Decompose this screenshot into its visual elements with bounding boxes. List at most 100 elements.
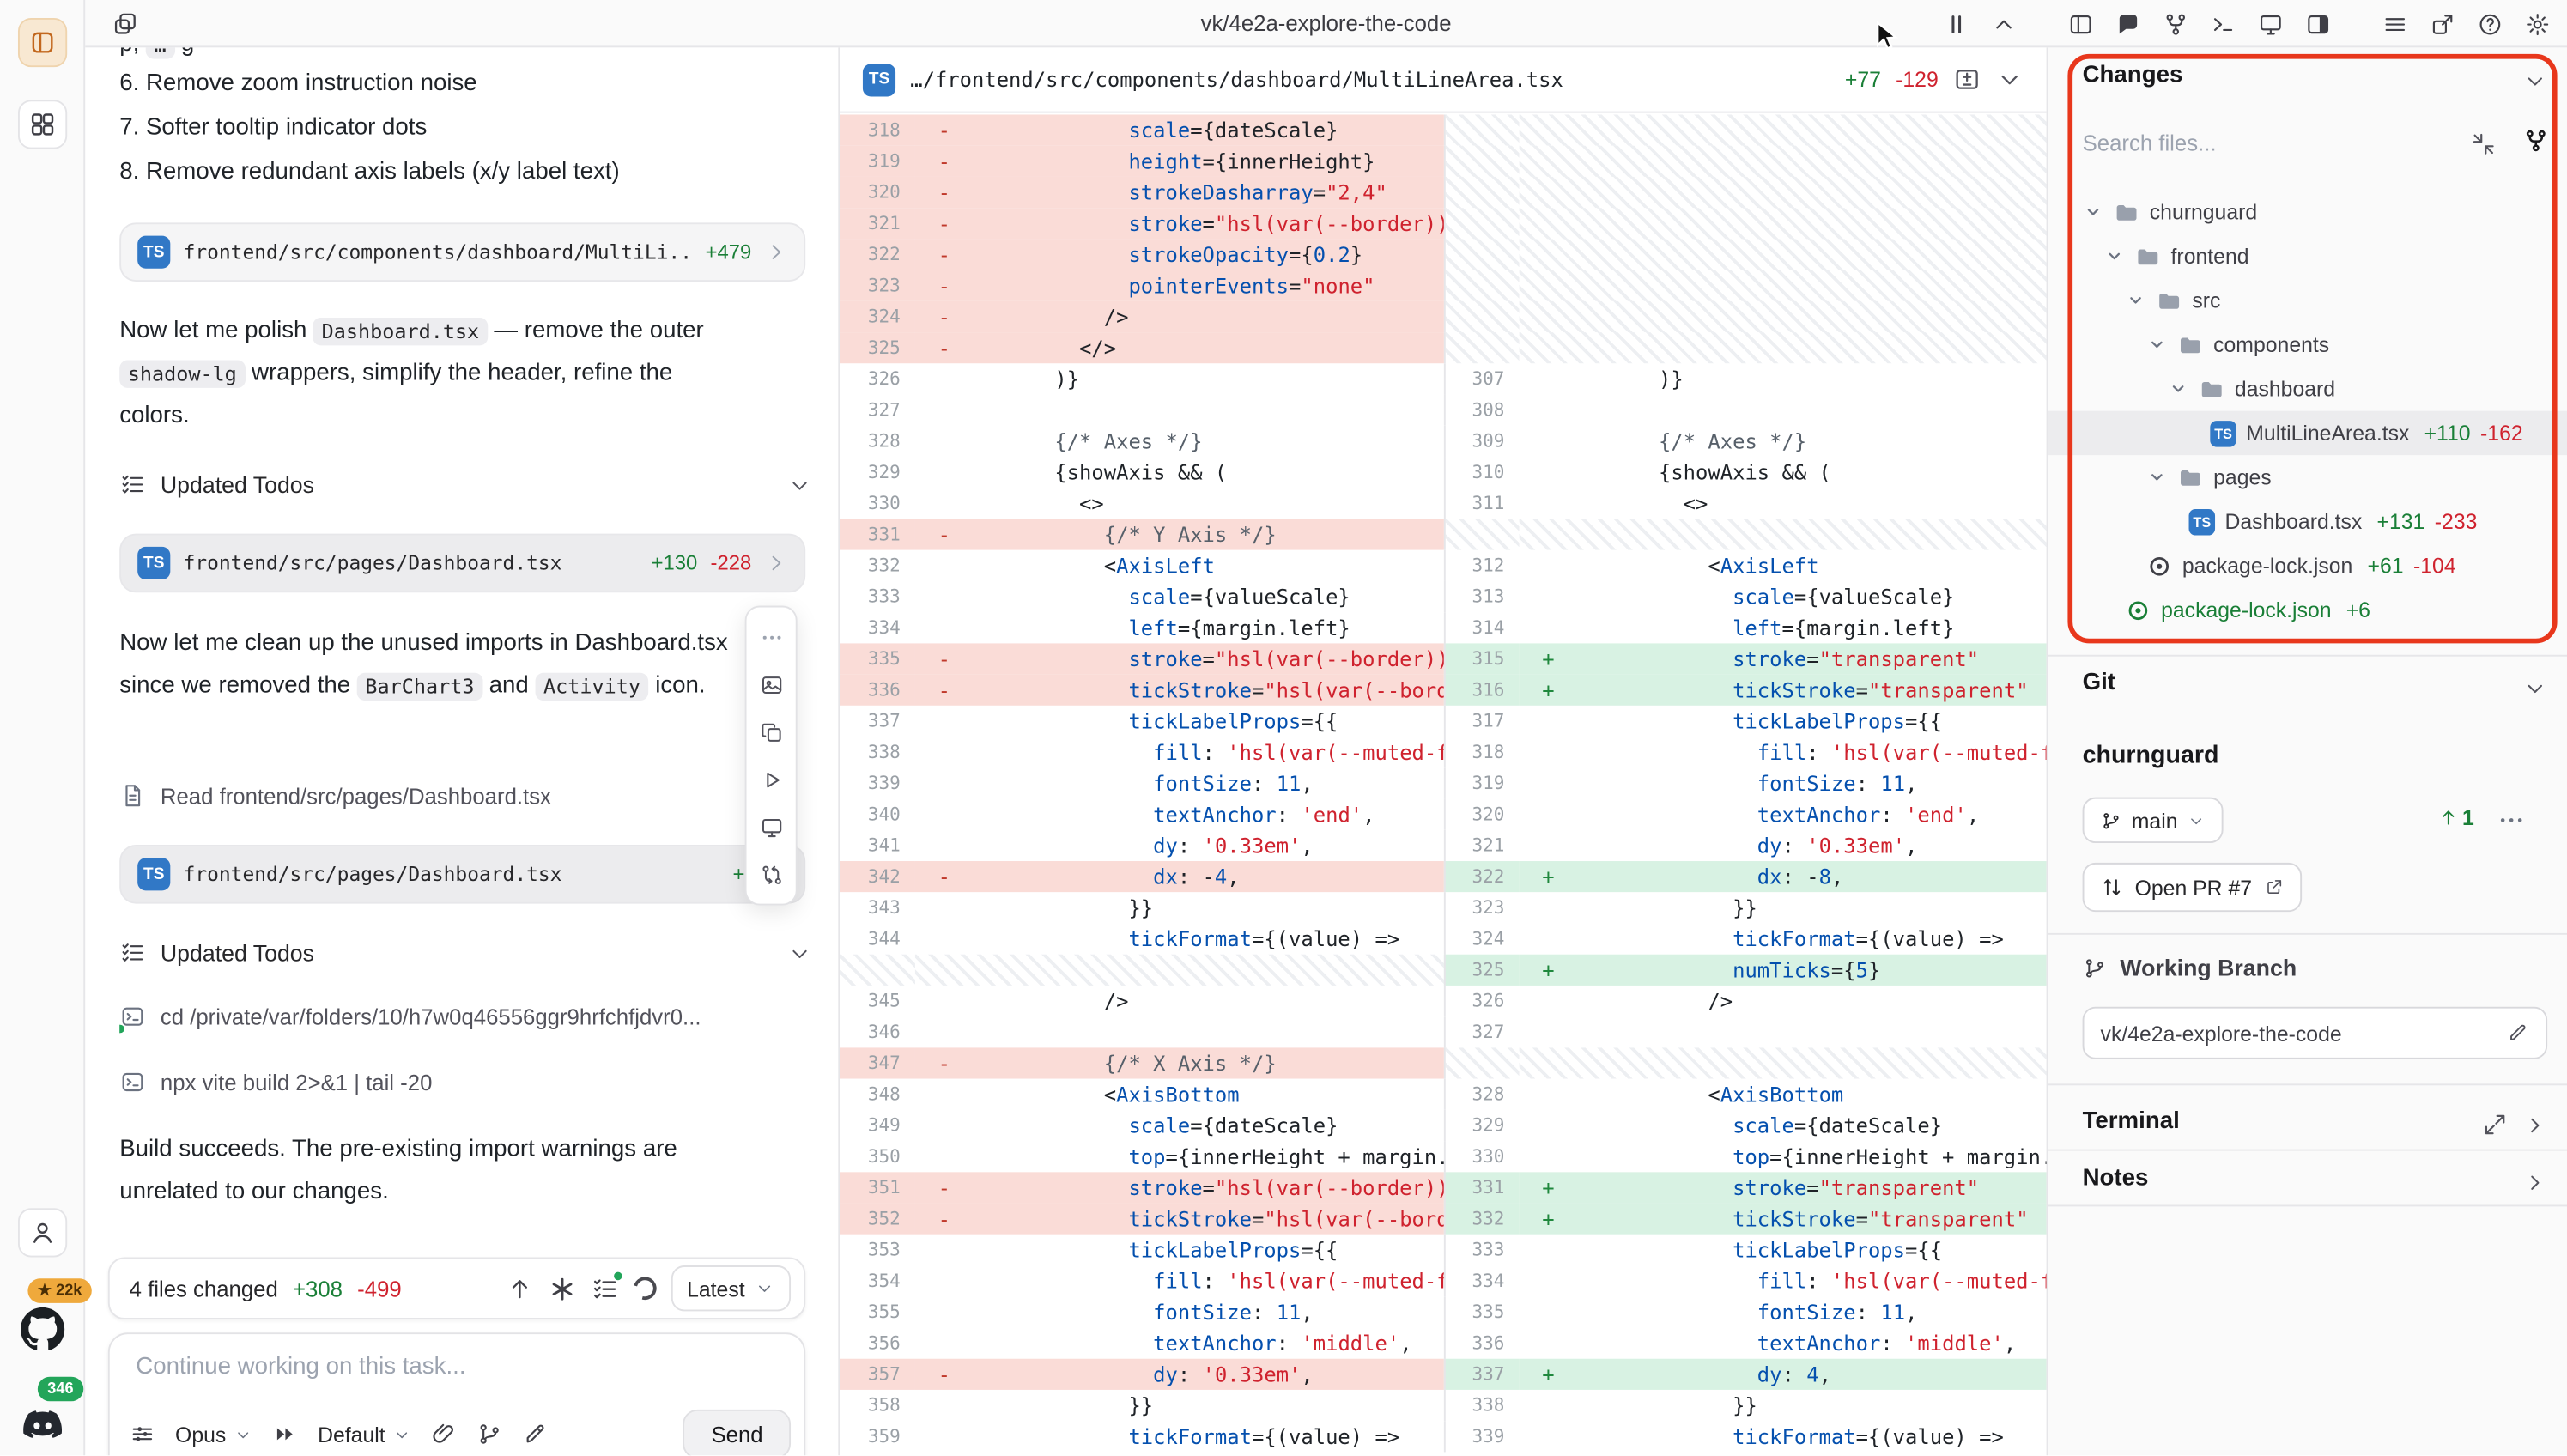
chevron-down-icon[interactable] <box>2523 676 2548 701</box>
tree-folder-row[interactable]: pages <box>2048 455 2567 499</box>
git-fork-icon[interactable] <box>2523 128 2550 155</box>
sliders-icon[interactable] <box>130 1421 156 1447</box>
discord-icon[interactable] <box>20 1403 65 1448</box>
tree-folder-row[interactable]: src <box>2048 278 2567 322</box>
collapse-up-icon[interactable] <box>1989 9 2017 37</box>
terminal-command-row[interactable]: npx vite build 2>&1 | tail -20 <box>119 1059 812 1105</box>
more-options-icon[interactable] <box>2497 805 2526 834</box>
ahead-count: 1 <box>2462 805 2474 830</box>
tree-folder-row[interactable]: dashboard <box>2048 367 2567 410</box>
chevron-down-icon[interactable] <box>2146 334 2168 355</box>
search-input[interactable]: Search files... <box>2083 131 2217 156</box>
app-icon[interactable] <box>18 18 67 67</box>
tree-file-row[interactable]: package-lock.json+61-104 <box>2048 543 2567 587</box>
file-change-chip[interactable]: TS frontend/src/components/dashboard/Mul… <box>119 222 805 282</box>
updated-todos-row[interactable]: Updated Todos <box>119 930 812 975</box>
panel-left-icon[interactable] <box>2066 9 2094 37</box>
tree-folder-row[interactable]: churnguard <box>2048 190 2567 234</box>
settings-gear-icon[interactable] <box>2523 9 2551 37</box>
divider <box>2048 1204 2567 1206</box>
chevron-down-icon[interactable] <box>1996 65 2024 93</box>
compare-icon[interactable] <box>749 852 792 895</box>
share-icon[interactable] <box>2428 9 2455 37</box>
diff-row: 342- dx: -4,322+ dx: -8, <box>840 861 2046 892</box>
tree-file-row[interactable]: TSMultiLineArea.tsx+110-162 <box>2048 411 2567 455</box>
pause-icon[interactable] <box>1942 9 1969 37</box>
account-icon[interactable] <box>18 1208 67 1257</box>
inline-code: … <box>146 47 174 58</box>
terminal-chip-icon <box>119 1069 146 1095</box>
chat-bubble-icon[interactable] <box>2114 9 2141 37</box>
help-icon[interactable] <box>2475 9 2503 37</box>
fast-forward-icon[interactable] <box>272 1421 299 1447</box>
lines-removed: -233 <box>2435 509 2478 534</box>
status-dot <box>119 1023 126 1034</box>
diff-row: 318- scale={dateScale} <box>840 114 2046 145</box>
terminal-command-row[interactable]: cd /private/var/folders/10/h7w0q46556ggr… <box>119 993 812 1039</box>
terminal-icon[interactable] <box>2208 9 2236 37</box>
todos-status-icon[interactable] <box>591 1275 618 1302</box>
chevron-down-icon[interactable] <box>2523 69 2548 94</box>
lines-added: +6 <box>2346 598 2370 622</box>
chevron-down-icon[interactable] <box>2125 290 2146 312</box>
git-branch-icon <box>2083 956 2108 980</box>
branch-dropdown[interactable]: main <box>2083 798 2224 843</box>
paperclip-icon[interactable] <box>431 1421 458 1447</box>
pencil-icon[interactable] <box>2506 1022 2529 1045</box>
divider <box>2048 1150 2567 1151</box>
pull-request-icon <box>2101 876 2124 899</box>
tree-folder-row[interactable]: components <box>2048 323 2567 367</box>
tool-read-row[interactable]: Read frontend/src/pages/Dashboard.tsx <box>119 773 812 818</box>
floating-toolbar <box>745 606 798 906</box>
chevron-down-icon[interactable] <box>2103 246 2125 267</box>
github-icon[interactable] <box>20 1307 65 1352</box>
file-change-chip[interactable]: TS frontend/src/pages/Dashboard.tsx +130… <box>119 534 805 593</box>
composer-input[interactable]: Continue working on this task... <box>136 1354 465 1380</box>
file-change-chip[interactable]: TS frontend/src/pages/Dashboard.tsx +1 -… <box>119 845 805 904</box>
tree-folder-row[interactable]: frontend <box>2048 234 2567 278</box>
more-options-icon[interactable] <box>749 616 792 658</box>
expand-icon[interactable] <box>2482 1112 2509 1138</box>
folder-icon <box>2177 331 2204 358</box>
model-dropdown[interactable]: Opus <box>175 1422 252 1447</box>
chevron-right-icon[interactable] <box>2523 1170 2548 1195</box>
copy-icon[interactable] <box>749 711 792 754</box>
spark-icon[interactable] <box>548 1275 575 1302</box>
working-branch-title: Working Branch <box>2120 955 2297 981</box>
git-section-title: Git <box>2083 670 2115 696</box>
chevron-down-icon[interactable] <box>2146 466 2168 488</box>
tree-file-row[interactable]: TSDashboard.tsx+131-233 <box>2048 500 2567 543</box>
tree-label: Dashboard.tsx <box>2224 509 2362 534</box>
chevron-right-icon <box>765 240 788 264</box>
send-button[interactable]: Send <box>683 1410 791 1455</box>
display-icon[interactable] <box>2256 9 2284 37</box>
tree-file-row[interactable]: package-lock.json +6 <box>2048 588 2567 632</box>
chevron-down-icon[interactable] <box>2083 202 2104 223</box>
chevron-down-icon[interactable] <box>2168 378 2189 399</box>
latest-label: Latest <box>687 1276 745 1301</box>
mode-dropdown[interactable]: Default <box>318 1422 411 1447</box>
menu-icon[interactable] <box>2381 9 2408 37</box>
chevron-right-icon[interactable] <box>2523 1113 2548 1138</box>
scroll-up-icon[interactable] <box>505 1275 532 1302</box>
chevron-down-icon[interactable] <box>787 941 812 966</box>
open-pr-button[interactable]: Open PR #7 <box>2083 863 2302 912</box>
workspaces-icon[interactable] <box>18 100 67 149</box>
git-branch-icon[interactable] <box>476 1421 503 1447</box>
updated-todos-row[interactable]: Updated Todos <box>119 462 812 507</box>
latest-dropdown[interactable]: Latest <box>671 1265 791 1311</box>
tree-label: package-lock.json <box>2161 598 2331 622</box>
pen-icon[interactable] <box>523 1421 549 1447</box>
screenshot-icon[interactable] <box>749 663 792 706</box>
terminal-icon <box>119 1069 146 1095</box>
working-branch-field[interactable]: vk/4e2a-explore-the-code <box>2083 1007 2548 1059</box>
git-fork-icon[interactable] <box>2161 9 2188 37</box>
run-icon[interactable] <box>749 758 792 801</box>
panel-right-icon[interactable] <box>2303 9 2331 37</box>
preview-icon[interactable] <box>749 805 792 848</box>
diff-view-icon[interactable] <box>1953 65 1981 93</box>
diff-file-path: …/frontend/src/components/dashboard/Mult… <box>910 67 1563 92</box>
collapse-all-icon[interactable] <box>2471 131 2497 158</box>
commits-ahead[interactable]: 1 <box>2437 805 2473 830</box>
chevron-down-icon[interactable] <box>787 472 812 497</box>
